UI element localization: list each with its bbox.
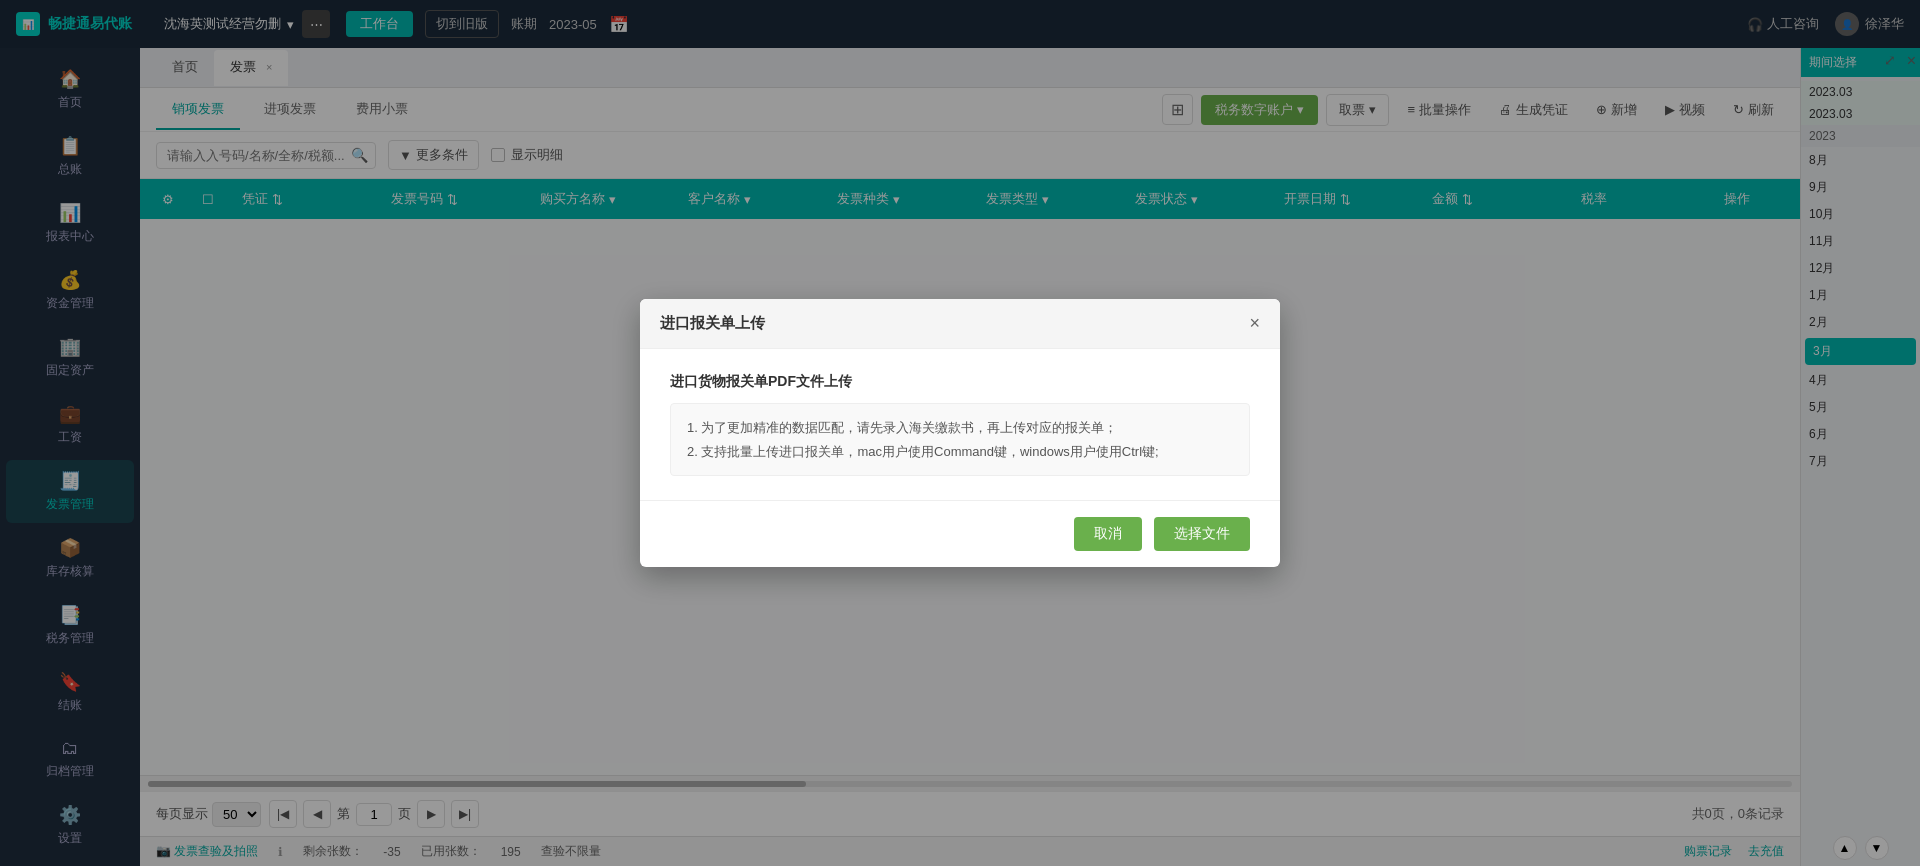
modal-info-item-1: 1. 为了更加精准的数据匹配，请先录入海关缴款书，再上传对应的报关单；: [687, 416, 1233, 439]
modal-info-item-2: 2. 支持批量上传进口报关单，mac用户使用Command键，windows用户…: [687, 440, 1233, 463]
modal-close-button[interactable]: ×: [1249, 313, 1260, 334]
modal-cancel-button[interactable]: 取消: [1074, 517, 1142, 551]
modal-header: 进口报关单上传 ×: [640, 299, 1280, 349]
modal-import-customs: 进口报关单上传 × 进口货物报关单PDF文件上传 1. 为了更加精准的数据匹配，…: [640, 299, 1280, 567]
modal-footer: 取消 选择文件: [640, 500, 1280, 567]
modal-body: 进口货物报关单PDF文件上传 1. 为了更加精准的数据匹配，请先录入海关缴款书，…: [640, 349, 1280, 500]
modal-info-box: 1. 为了更加精准的数据匹配，请先录入海关缴款书，再上传对应的报关单； 2. 支…: [670, 403, 1250, 476]
modal-select-file-button[interactable]: 选择文件: [1154, 517, 1250, 551]
modal-overlay[interactable]: 进口报关单上传 × 进口货物报关单PDF文件上传 1. 为了更加精准的数据匹配，…: [0, 0, 1920, 866]
modal-title: 进口报关单上传: [660, 314, 765, 333]
modal-section-title: 进口货物报关单PDF文件上传: [670, 373, 1250, 391]
